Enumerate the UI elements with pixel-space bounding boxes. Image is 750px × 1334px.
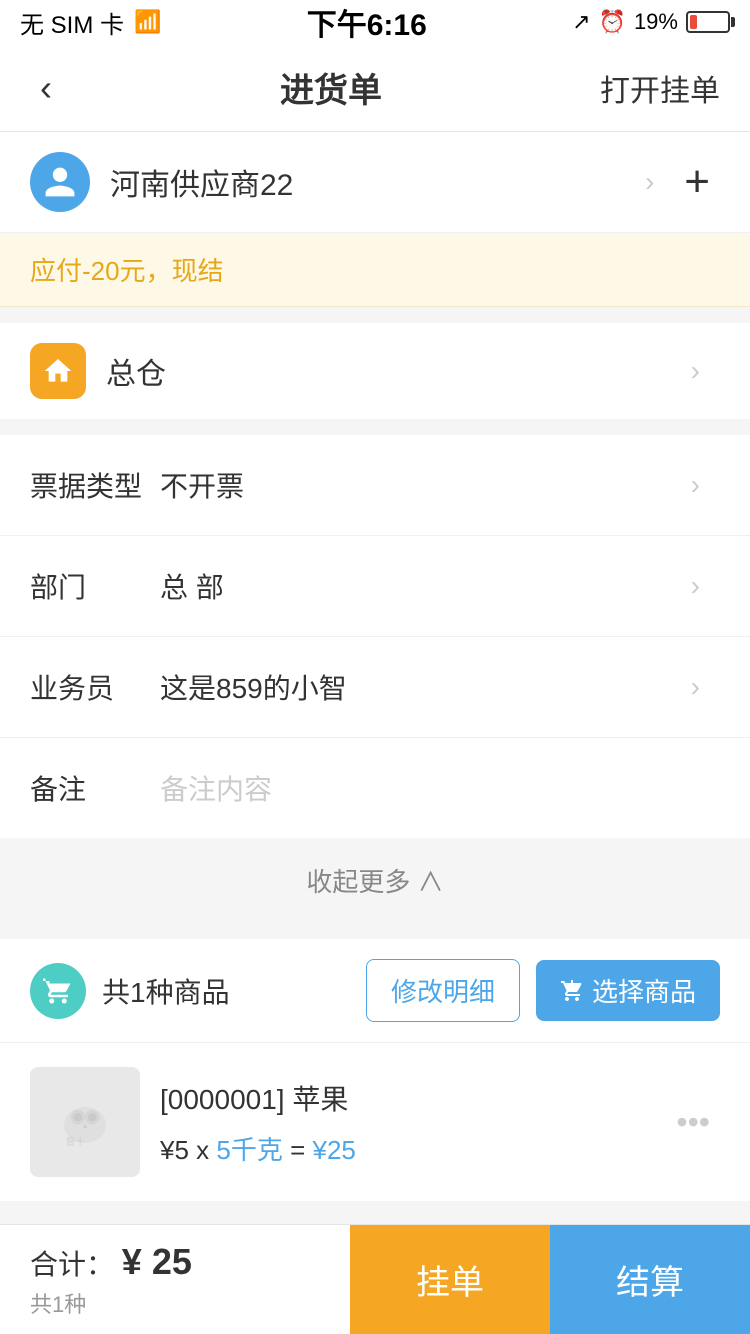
person-icon <box>42 164 78 200</box>
supplier-avatar <box>30 152 90 212</box>
department-label: 部门 <box>30 566 160 606</box>
invoice-type-row[interactable]: 票据类型 不开票 › <box>0 435 750 536</box>
total-row: 合计： ¥ 25 <box>30 1241 320 1283</box>
product-count-text: 共1种商品 <box>102 971 350 1011</box>
product-count-icon <box>30 963 86 1019</box>
location-icon: ↗ <box>572 9 590 35</box>
total-label: 合计： <box>30 1249 114 1280</box>
invoice-type-value: 不开票 <box>160 465 691 505</box>
unit-price: ¥5 <box>160 1135 189 1165</box>
status-left: 无 SIM 卡 📶 <box>20 5 161 40</box>
product-name-text: 苹果 <box>292 1084 348 1115</box>
salesperson-chevron: › <box>691 671 700 703</box>
remark-value[interactable]: 备注内容 <box>160 768 720 808</box>
department-chevron: › <box>691 570 700 602</box>
battery-fill <box>690 15 697 29</box>
carrier-text: 无 SIM 卡 <box>20 5 124 40</box>
product-subtotal: ¥25 <box>313 1135 356 1165</box>
add-supplier-button[interactable]: + <box>674 160 720 204</box>
products-header: 共1种商品 修改明细 选择商品 <box>0 939 750 1043</box>
salesperson-value: 这是859的小智 <box>160 667 691 707</box>
owl-logo: 督十 <box>55 1092 115 1152</box>
page-title: 进货单 <box>280 63 382 112</box>
select-product-label: 选择商品 <box>592 972 696 1009</box>
invoice-type-label: 票据类型 <box>30 465 160 505</box>
total-count: 共1种 <box>30 1287 320 1319</box>
house-icon <box>42 355 74 387</box>
main-content: 河南供应商22 › + 应付-20元，现结 总仓 › 票据类型 不开票 › 部门… <box>0 132 750 1321</box>
bottom-bar: 合计： ¥ 25 共1种 挂单 结算 <box>0 1224 750 1334</box>
open-pending-button[interactable]: 打开挂单 <box>600 66 720 110</box>
remark-row[interactable]: 备注 备注内容 <box>0 738 750 838</box>
equals-sign: = <box>290 1135 312 1165</box>
back-button[interactable]: ‹ <box>30 57 62 119</box>
status-bar: 无 SIM 卡 📶 下午6:16 ↗ ⏰ 19% <box>0 0 750 44</box>
collapse-row[interactable]: 收起更多 ∧ <box>0 838 750 923</box>
battery-percent: 19% <box>634 9 678 35</box>
supplier-alert: 应付-20元，现结 <box>0 233 750 307</box>
department-value: 总 部 <box>160 566 691 606</box>
salesperson-label: 业务员 <box>30 667 160 707</box>
remark-label: 备注 <box>30 768 160 808</box>
nav-bar: ‹ 进货单 打开挂单 <box>0 44 750 132</box>
status-right: ↗ ⏰ 19% <box>572 9 730 35</box>
product-name: [0000001] 苹果 <box>160 1078 666 1118</box>
form-section: 票据类型 不开票 › 部门 总 部 › 业务员 这是859的小智 › 备注 备注… <box>0 435 750 838</box>
product-thumbnail: 督十 <box>30 1067 140 1177</box>
hang-order-button[interactable]: 挂单 <box>350 1225 550 1334</box>
collapse-label: 收起更多 ∧ <box>306 862 443 899</box>
alarm-icon: ⏰ <box>599 9 626 35</box>
product-code: [0000001] <box>160 1084 285 1115</box>
salesperson-row[interactable]: 业务员 这是859的小智 › <box>0 637 750 738</box>
cart-plus-icon <box>560 979 584 1003</box>
supplier-name: 河南供应商22 <box>110 160 645 204</box>
invoice-type-chevron: › <box>691 469 700 501</box>
status-time: 下午6:16 <box>307 0 427 44</box>
warehouse-chevron-icon: › <box>691 355 700 387</box>
products-section: 共1种商品 修改明细 选择商品 督十 <box>0 939 750 1201</box>
shopping-icon <box>43 976 73 1006</box>
checkout-button[interactable]: 结算 <box>550 1225 750 1334</box>
select-product-button[interactable]: 选择商品 <box>536 960 720 1021</box>
modify-detail-button[interactable]: 修改明细 <box>366 959 520 1022</box>
warehouse-section: 总仓 › <box>0 323 750 419</box>
product-price: ¥5 x 5千克 = ¥25 <box>160 1130 666 1167</box>
supplier-chevron-icon: › <box>645 166 654 198</box>
warehouse-name: 总仓 <box>106 349 691 393</box>
svg-text:督十: 督十 <box>66 1136 86 1148</box>
product-quantity: 5千克 <box>216 1135 282 1165</box>
product-more-button[interactable]: ••• <box>666 1094 720 1151</box>
department-row[interactable]: 部门 总 部 › <box>0 536 750 637</box>
product-info: [0000001] 苹果 ¥5 x 5千克 = ¥25 <box>160 1078 666 1167</box>
supplier-row[interactable]: 河南供应商22 › + <box>0 132 750 233</box>
warehouse-row[interactable]: 总仓 › <box>0 323 750 419</box>
supplier-section: 河南供应商22 › + 应付-20元，现结 <box>0 132 750 307</box>
multiply-sign: x <box>196 1135 216 1165</box>
total-section: 合计： ¥ 25 共1种 <box>0 1225 350 1334</box>
wifi-icon: 📶 <box>134 9 161 35</box>
battery-icon <box>686 11 730 33</box>
total-amount: ¥ 25 <box>122 1241 192 1282</box>
warehouse-icon <box>30 343 86 399</box>
product-item: 督十 [0000001] 苹果 ¥5 x 5千克 = ¥25 ••• <box>0 1043 750 1201</box>
